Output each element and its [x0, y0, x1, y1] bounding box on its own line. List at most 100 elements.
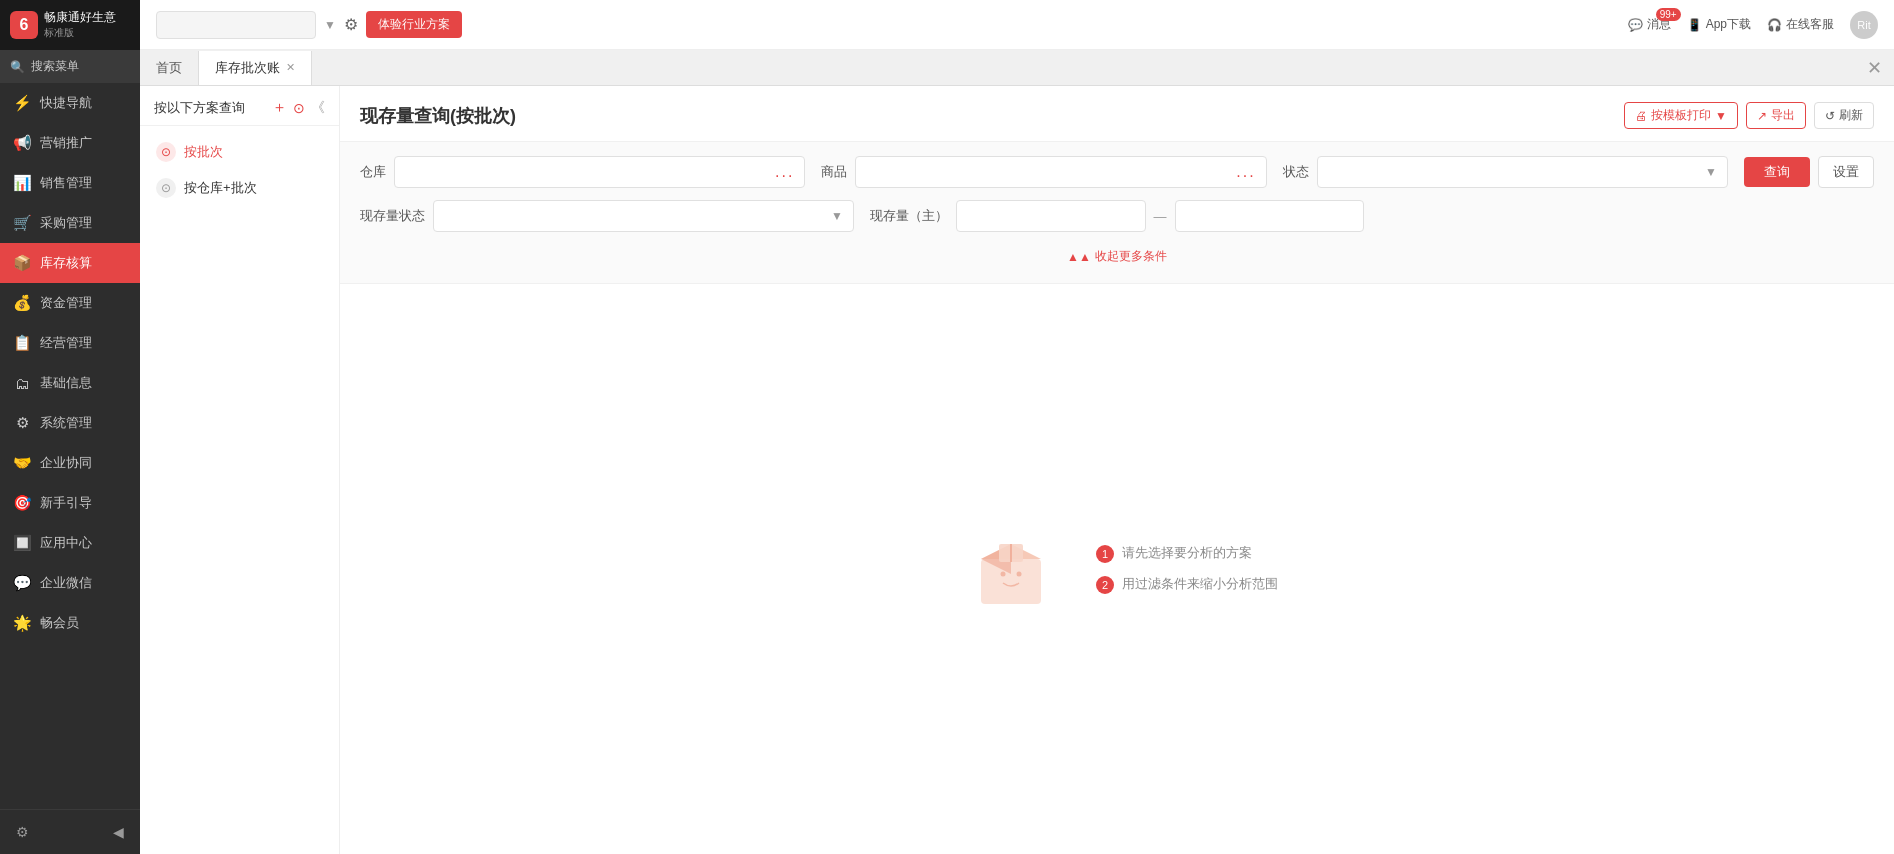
sidebar-search[interactable]: 🔍 搜索菜单	[0, 50, 140, 83]
sidebar-item-wechat[interactable]: 💬 企业微信	[0, 563, 140, 603]
topbar-search-input[interactable]	[156, 11, 316, 39]
topbar-left: ▼ ⚙ 体验行业方案	[156, 11, 1618, 39]
sidebar-footer: ⚙ ◀	[0, 809, 140, 854]
topbar-dropdown-icon[interactable]: ▼	[324, 18, 336, 32]
settings-button[interactable]: 设置	[1818, 156, 1874, 188]
app-download-icon: 📱	[1687, 18, 1702, 32]
add-plan-button[interactable]: ＋	[272, 98, 287, 117]
empty-tip-1: 1 请先选择要分析的方案	[1096, 544, 1278, 563]
sidebar-item-label: 基础信息	[40, 374, 92, 392]
enterprise-icon: 🤝	[12, 454, 32, 472]
tab-home-label: 首页	[156, 59, 182, 77]
sidebar-item-label: 应用中心	[40, 534, 92, 552]
print-dropdown-icon[interactable]: ▼	[1715, 109, 1727, 123]
sidebar-item-purchase[interactable]: 🛒 采购管理	[0, 203, 140, 243]
warehouse-dots-icon[interactable]: ...	[775, 163, 794, 181]
empty-tip-2: 2 用过滤条件来缩小分析范围	[1096, 575, 1278, 594]
message-icon: 💬	[1628, 18, 1643, 32]
refresh-icon: ↺	[1825, 109, 1835, 123]
avatar-text: Rit	[1857, 19, 1870, 31]
inventory-icon: 📦	[12, 254, 32, 272]
sidebar-item-label: 库存核算	[40, 254, 92, 272]
sidebar-item-quick-nav[interactable]: ⚡ 快捷导航	[0, 83, 140, 123]
print-button[interactable]: 🖨 按模板打印 ▼	[1624, 102, 1738, 129]
sidebar-item-label: 采购管理	[40, 214, 92, 232]
sidebar-item-apps[interactable]: 🔲 应用中心	[0, 523, 140, 563]
app-download-button[interactable]: 📱 App下载	[1687, 16, 1751, 33]
app-logo: 6	[10, 11, 38, 39]
sidebar-item-label: 畅会员	[40, 614, 79, 632]
tab-home[interactable]: 首页	[140, 51, 199, 85]
refresh-button[interactable]: ↺ 刷新	[1814, 102, 1874, 129]
system-icon: ⚙	[12, 414, 32, 432]
tip-2-text: 用过滤条件来缩小分析范围	[1122, 575, 1278, 593]
close-panel-button[interactable]: ✕	[1855, 57, 1894, 79]
query-button[interactable]: 查询	[1744, 157, 1810, 187]
warehouse-input[interactable]: ...	[394, 156, 805, 188]
footer-collapse-button[interactable]: ◀	[109, 820, 128, 844]
footer-settings-button[interactable]: ⚙	[12, 820, 33, 844]
product-input[interactable]: ...	[855, 156, 1266, 188]
tab-inventory-batch-label: 库存批次账	[215, 59, 280, 77]
plan-item-by-batch[interactable]: ⊙ 按批次	[140, 134, 339, 170]
sidebar-item-newbie[interactable]: 🎯 新手引导	[0, 483, 140, 523]
tip-1-number: 1	[1096, 545, 1114, 563]
right-panel: 现存量查询(按批次) 🖨 按模板打印 ▼ ↗ 导出 ↺ 刷新	[340, 86, 1894, 854]
sidebar-item-inventory[interactable]: 📦 库存核算	[0, 243, 140, 283]
svg-point-6	[1017, 572, 1022, 577]
sidebar-item-member[interactable]: 🌟 畅会员	[0, 603, 140, 643]
topbar-gear-icon[interactable]: ⚙	[344, 15, 358, 34]
basic-icon: 🗂	[12, 375, 32, 392]
wechat-icon: 💬	[12, 574, 32, 592]
topbar-right: 💬 消息 99+ 📱 App下载 🎧 在线客服 Rit	[1628, 11, 1878, 39]
tip-1-text: 请先选择要分析的方案	[1122, 544, 1252, 562]
collapse-filters-button[interactable]: ▲▲ 收起更多条件	[360, 244, 1874, 269]
tab-inventory-batch[interactable]: 库存批次账 ✕	[199, 51, 312, 85]
apps-icon: 🔲	[12, 534, 32, 552]
empty-box-svg	[961, 519, 1061, 619]
messages-button[interactable]: 💬 消息 99+	[1628, 16, 1671, 33]
sidebar-item-marketing[interactable]: 📢 营销推广	[0, 123, 140, 163]
user-avatar[interactable]: Rit	[1850, 11, 1878, 39]
status-dropdown-icon: ▼	[1705, 165, 1717, 179]
plan-list: ⊙ 按批次 ⊙ 按仓库+批次	[140, 126, 339, 854]
sidebar-item-system[interactable]: ⚙ 系统管理	[0, 403, 140, 443]
sidebar-item-sales[interactable]: 📊 销售管理	[0, 163, 140, 203]
sidebar-item-finance[interactable]: 💰 资金管理	[0, 283, 140, 323]
panel-collapse-button[interactable]: 《	[311, 99, 325, 117]
filter-row-2: 现存量状态 ▼ 现存量（主） —	[360, 200, 1874, 232]
sidebar-item-label: 企业微信	[40, 574, 92, 592]
stock-status-dropdown-icon: ▼	[831, 209, 843, 223]
stock-status-select[interactable]: ▼	[433, 200, 854, 232]
stock-qty-label: 现存量（主）	[870, 207, 948, 225]
sidebar-item-label: 营销推广	[40, 134, 92, 152]
plan-settings-button[interactable]: ⊙	[293, 100, 305, 116]
stock-qty-max-input[interactable]	[1175, 200, 1365, 232]
export-button[interactable]: ↗ 导出	[1746, 102, 1806, 129]
sidebar-item-basic[interactable]: 🗂 基础信息	[0, 363, 140, 403]
search-icon: 🔍	[10, 60, 25, 74]
sidebar-item-label: 快捷导航	[40, 94, 92, 112]
status-select[interactable]: ▼	[1317, 156, 1728, 188]
filter-area: 仓库 ... 商品 ... 状态	[340, 142, 1894, 284]
warehouse-label: 仓库	[360, 163, 386, 181]
online-service-label: 在线客服	[1786, 16, 1834, 33]
stock-qty-min-input[interactable]	[956, 200, 1146, 232]
marketing-icon: 📢	[12, 134, 32, 152]
plan-label-warehouse-batch: 按仓库+批次	[184, 179, 257, 197]
online-service-button[interactable]: 🎧 在线客服	[1767, 16, 1834, 33]
newbie-icon: 🎯	[12, 494, 32, 512]
plan-item-by-warehouse-batch[interactable]: ⊙ 按仓库+批次	[140, 170, 339, 206]
empty-state: 1 请先选择要分析的方案 2 用过滤条件来缩小分析范围	[340, 284, 1894, 854]
status-label: 状态	[1283, 163, 1309, 181]
member-icon: 🌟	[12, 614, 32, 632]
sidebar-item-enterprise[interactable]: 🤝 企业协同	[0, 443, 140, 483]
company-name: 畅康通好生意	[44, 10, 116, 26]
product-dots-icon[interactable]: ...	[1236, 163, 1255, 181]
experience-button[interactable]: 体验行业方案	[366, 11, 462, 38]
tab-close-button[interactable]: ✕	[286, 61, 295, 74]
print-icon: 🖨	[1635, 109, 1647, 123]
sidebar-item-operations[interactable]: 📋 经营管理	[0, 323, 140, 363]
tabbar: 首页 库存批次账 ✕ ✕	[140, 50, 1894, 86]
app-download-label: App下载	[1706, 16, 1751, 33]
